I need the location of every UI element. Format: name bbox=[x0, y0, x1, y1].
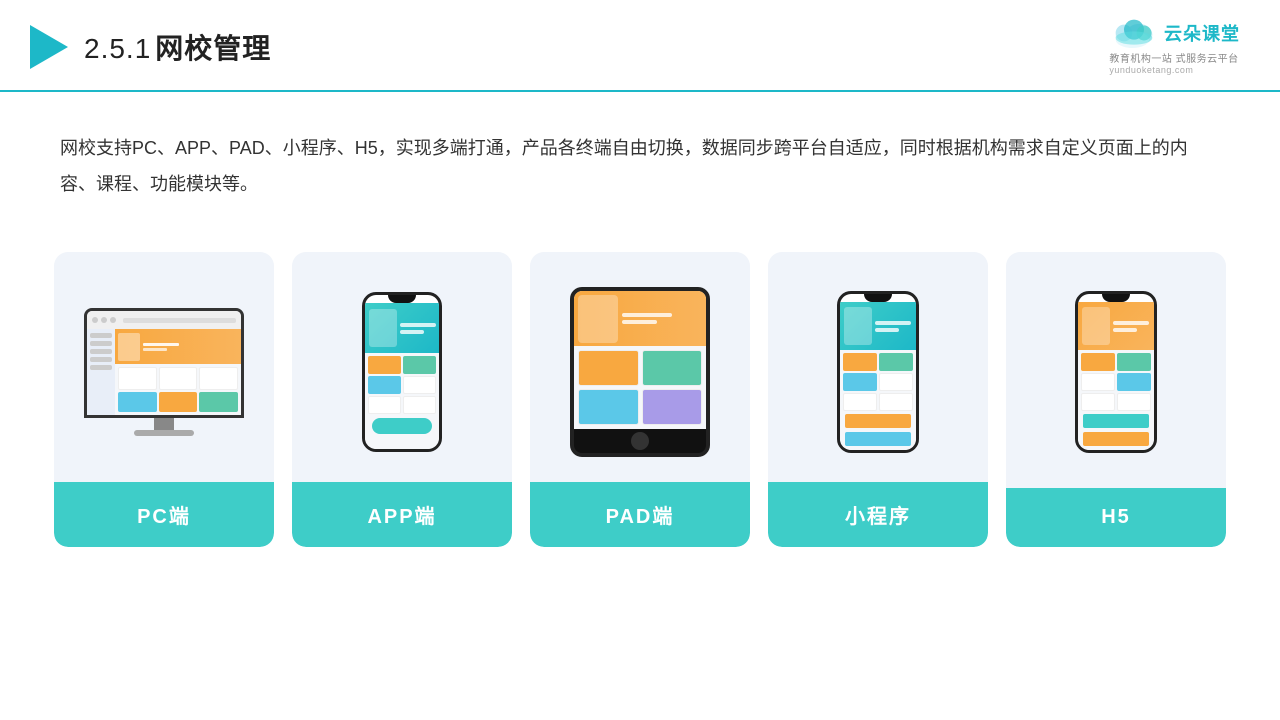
card-mini-label: 小程序 bbox=[768, 482, 988, 547]
pad-banner bbox=[574, 291, 706, 346]
mini-banner-texts bbox=[875, 321, 911, 332]
pad-home-button bbox=[631, 432, 649, 450]
h5-card2 bbox=[1117, 353, 1151, 371]
section-number: 2.5.1 bbox=[84, 33, 151, 64]
app-card6 bbox=[403, 396, 436, 414]
header-left: 2.5.1网校管理 bbox=[30, 25, 271, 69]
pc-monitor bbox=[84, 308, 244, 436]
logo-area: 云朵课堂 教育机构一站 式服务云平台 yunduoketang.com bbox=[1108, 18, 1240, 76]
h5-banner-line1 bbox=[1113, 321, 1149, 325]
pad-tablet-body bbox=[574, 346, 706, 429]
pad-card3 bbox=[578, 389, 639, 425]
logo-sub-text: 教育机构一站 式服务云平台 yunduoketang.com bbox=[1109, 50, 1238, 76]
pad-banner-line1 bbox=[622, 313, 672, 317]
app-phone-frame bbox=[362, 292, 442, 452]
card-miniprogram: 小程序 bbox=[768, 252, 988, 547]
pad-banner-line2 bbox=[622, 320, 657, 324]
cards-section: PC端 bbox=[0, 222, 1280, 547]
card-pc-label: PC端 bbox=[54, 482, 274, 547]
mini-phone-frame bbox=[837, 291, 919, 453]
h5-banner-image bbox=[1082, 307, 1110, 345]
card-h5: H5 bbox=[1006, 252, 1226, 547]
card-mini-image bbox=[768, 252, 988, 482]
card-app: APP端 bbox=[292, 252, 512, 547]
mini-banner-line2 bbox=[875, 328, 899, 332]
app-card5 bbox=[368, 396, 401, 414]
card-pad-image bbox=[530, 252, 750, 482]
mini-banner-line1 bbox=[875, 321, 911, 325]
h5-banner-line2 bbox=[1113, 328, 1137, 332]
mini-phone-notch bbox=[864, 294, 892, 302]
card-app-label: APP端 bbox=[292, 482, 512, 547]
logo-main-text: 云朵课堂 bbox=[1164, 20, 1240, 46]
card-pc: PC端 bbox=[54, 252, 274, 547]
description-text: 网校支持PC、APP、PAD、小程序、H5，实现多端打通，产品各终端自由切换，数… bbox=[60, 130, 1220, 202]
monitor-frame bbox=[84, 308, 244, 418]
app-card3 bbox=[368, 376, 401, 394]
title-text: 网校管理 bbox=[155, 33, 271, 64]
play-icon bbox=[30, 25, 68, 69]
pad-banner-image bbox=[578, 295, 618, 343]
h5-phone-body bbox=[1078, 350, 1154, 450]
h5-card5 bbox=[1081, 393, 1115, 411]
h5-card3 bbox=[1081, 373, 1115, 391]
monitor-screen bbox=[87, 311, 241, 415]
h5-phone-notch bbox=[1102, 294, 1130, 302]
card-h5-label: H5 bbox=[1006, 488, 1226, 547]
logo-cloud: 云朵课堂 bbox=[1108, 18, 1240, 48]
pad-tablet-screen bbox=[574, 291, 706, 429]
mini-banner-image bbox=[844, 307, 872, 345]
pad-banner-texts bbox=[622, 313, 672, 324]
pad-card4 bbox=[642, 389, 703, 425]
h5-card4 bbox=[1117, 373, 1151, 391]
card-pc-image bbox=[54, 252, 274, 482]
app-phone-body bbox=[365, 353, 439, 449]
h5-card6 bbox=[1117, 393, 1151, 411]
pad-tablet-frame bbox=[570, 287, 710, 457]
mini-card1 bbox=[843, 353, 877, 371]
card-h5-image bbox=[1006, 252, 1226, 482]
pad-card1 bbox=[578, 350, 639, 386]
mini-card2 bbox=[879, 353, 913, 371]
card-pad: PAD端 bbox=[530, 252, 750, 547]
pad-card2 bbox=[642, 350, 703, 386]
phone-notch bbox=[388, 295, 416, 303]
app-banner-texts bbox=[400, 323, 436, 334]
app-phone-screen bbox=[365, 295, 439, 449]
app-banner-line2 bbox=[400, 330, 424, 334]
app-card4 bbox=[403, 376, 436, 394]
app-card2 bbox=[403, 356, 436, 374]
mini-phone-screen bbox=[840, 294, 916, 450]
description-area: 网校支持PC、APP、PAD、小程序、H5，实现多端打通，产品各终端自由切换，数… bbox=[0, 92, 1280, 212]
app-banner-image bbox=[369, 309, 397, 347]
app-banner-line1 bbox=[400, 323, 436, 327]
mini-card5 bbox=[843, 393, 877, 411]
cloud-icon bbox=[1108, 18, 1160, 48]
mini-card3 bbox=[843, 373, 877, 391]
mini-card4 bbox=[879, 373, 913, 391]
mini-card6 bbox=[879, 393, 913, 411]
card-pad-label: PAD端 bbox=[530, 482, 750, 547]
h5-phone-screen bbox=[1078, 294, 1154, 450]
h5-phone-frame bbox=[1075, 291, 1157, 453]
mini-phone-body bbox=[840, 350, 916, 450]
app-card1 bbox=[368, 356, 401, 374]
header: 2.5.1网校管理 云朵课堂 教育机构一站 式服务云平台 yunduoketan… bbox=[0, 0, 1280, 92]
h5-banner-texts bbox=[1113, 321, 1149, 332]
h5-card1 bbox=[1081, 353, 1115, 371]
card-app-image bbox=[292, 252, 512, 482]
page-title: 2.5.1网校管理 bbox=[84, 27, 271, 67]
